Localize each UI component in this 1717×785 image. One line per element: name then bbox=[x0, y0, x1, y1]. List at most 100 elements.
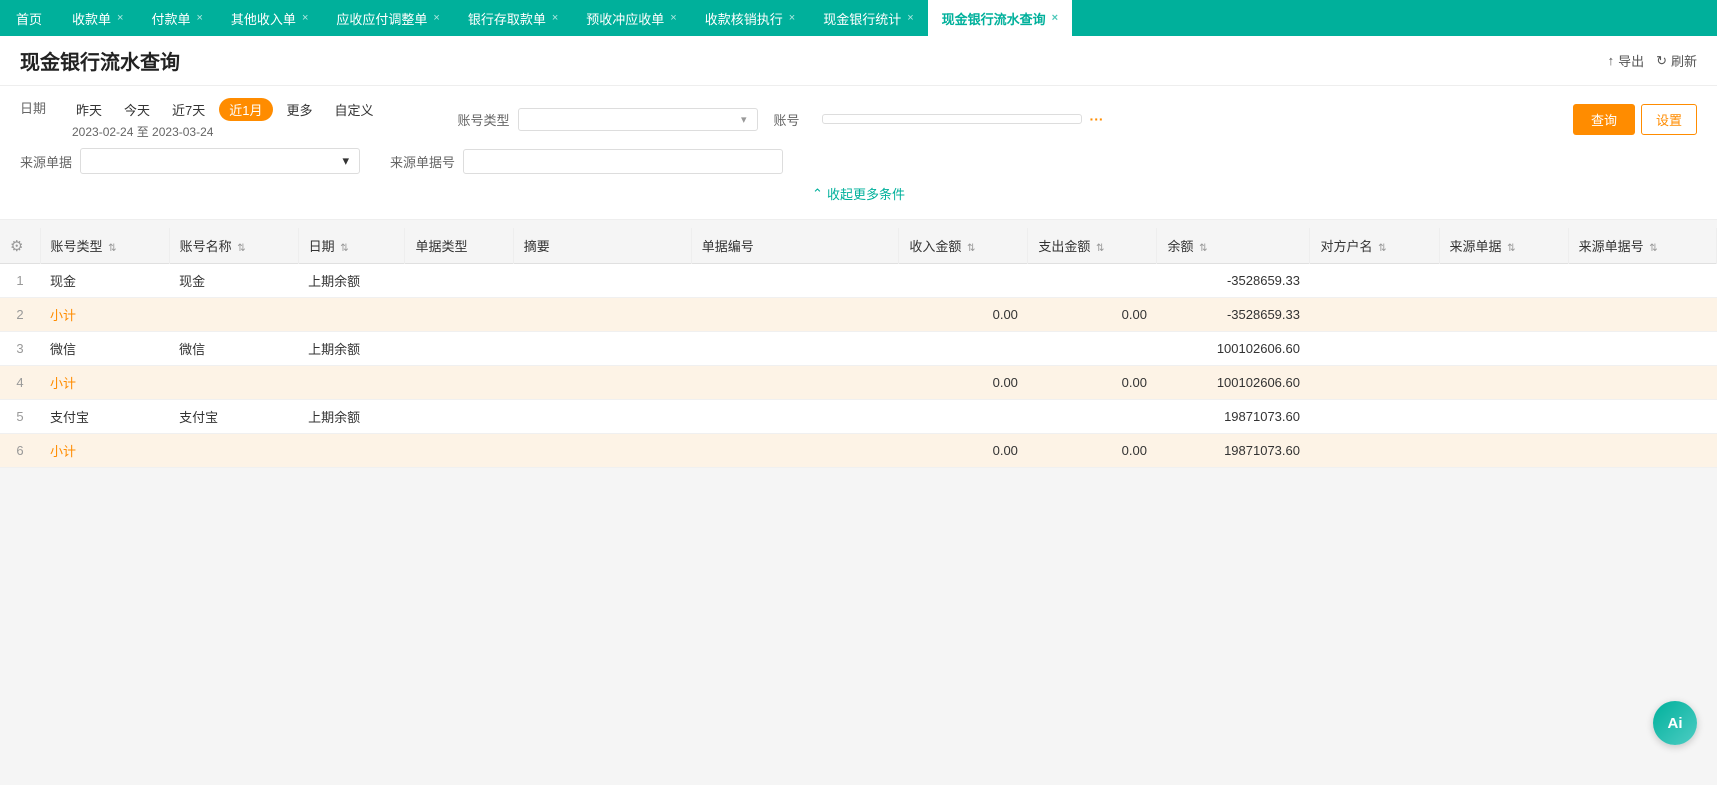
nav-close-7[interactable]: × bbox=[907, 12, 913, 24]
date-opt-7days[interactable]: 近7天 bbox=[164, 98, 213, 121]
nav-close-1[interactable]: × bbox=[196, 12, 202, 24]
cell-counterparty bbox=[1310, 400, 1439, 434]
gear-icon[interactable]: ⚙ bbox=[10, 238, 23, 255]
cell-account-type: 小计 bbox=[40, 366, 169, 400]
nav-item-5[interactable]: 预收冲应收单 × bbox=[572, 0, 690, 36]
nav-item-8[interactable]: 现金银行流水查询 × bbox=[928, 0, 1072, 36]
cell-doc-no bbox=[691, 434, 899, 468]
date-opt-1month[interactable]: 近1月 bbox=[219, 98, 272, 121]
cell-num: 5 bbox=[0, 400, 40, 434]
cell-doc-type bbox=[405, 434, 513, 468]
nav-item-label-5: 预收冲应收单 bbox=[586, 9, 664, 28]
collapse-bar[interactable]: ⌃ 收起更多条件 bbox=[20, 180, 1697, 207]
date-label: 日期 bbox=[20, 98, 60, 117]
col-doc-type: 单据类型 bbox=[405, 228, 513, 264]
nav-close-2[interactable]: × bbox=[302, 12, 308, 24]
nav-item-1[interactable]: 付款单 × bbox=[137, 0, 216, 36]
export-button[interactable]: ↑ 导出 bbox=[1608, 51, 1645, 70]
cell-account-type: 小计 bbox=[40, 298, 169, 332]
date-range-display: 2023-02-24 至 2023-03-24 bbox=[72, 123, 382, 140]
cell-account-name bbox=[169, 366, 298, 400]
nav-item-3[interactable]: 应收应付调整单 × bbox=[322, 0, 453, 36]
filter-area: 日期 昨天 今天 近7天 近1月 更多 自定义 2023-02-24 至 202… bbox=[0, 86, 1717, 220]
settings-button[interactable]: 设置 bbox=[1641, 104, 1697, 135]
col-expense[interactable]: 支出金额 ⇅ bbox=[1028, 228, 1157, 264]
cell-expense: 0.00 bbox=[1028, 434, 1157, 468]
source-doc-select[interactable]: ▾ bbox=[80, 148, 360, 174]
cell-summary bbox=[513, 366, 691, 400]
cell-summary bbox=[513, 298, 691, 332]
nav-item-7[interactable]: 现金银行统计 × bbox=[809, 0, 927, 36]
cell-source-doc bbox=[1439, 298, 1568, 332]
cell-num: 1 bbox=[0, 264, 40, 298]
cell-income bbox=[899, 332, 1028, 366]
cell-account-name: 支付宝 bbox=[169, 400, 298, 434]
cell-source-doc-no bbox=[1568, 366, 1716, 400]
nav-close-5[interactable]: × bbox=[670, 12, 676, 24]
col-source-doc-no[interactable]: 来源单据号 ⇅ bbox=[1568, 228, 1716, 264]
cell-income: 0.00 bbox=[899, 298, 1028, 332]
account-more-button[interactable]: ··· bbox=[1090, 111, 1104, 127]
table-container: ⚙ 账号类型 ⇅ 账号名称 ⇅ 日期 ⇅ 单据类型 摘要 单据编号 收入金额 ⇅… bbox=[0, 228, 1717, 468]
query-button[interactable]: 查询 bbox=[1573, 104, 1635, 135]
nav-item-label-0: 收款单 bbox=[72, 9, 111, 28]
date-opt-custom[interactable]: 自定义 bbox=[327, 98, 382, 121]
cell-source-doc-no bbox=[1568, 298, 1716, 332]
source-doc-item: 来源单据 ▾ bbox=[20, 148, 360, 174]
cell-summary bbox=[513, 332, 691, 366]
col-account-name[interactable]: 账号名称 ⇅ bbox=[169, 228, 298, 264]
account-type-label: 账号类型 bbox=[458, 110, 510, 129]
source-doc-label: 来源单据 bbox=[20, 152, 72, 171]
table-row: 6小计0.000.0019871073.60 bbox=[0, 434, 1717, 468]
table-body: 1现金现金上期余额-3528659.332小计0.000.00-3528659.… bbox=[0, 264, 1717, 468]
col-summary: 摘要 bbox=[513, 228, 691, 264]
nav-home[interactable]: 首页 bbox=[0, 0, 58, 36]
cell-date bbox=[298, 366, 405, 400]
nav-close-8[interactable]: × bbox=[1052, 12, 1058, 24]
account-type-arrow-icon: ▾ bbox=[741, 113, 747, 126]
col-counterparty[interactable]: 对方户名 ⇅ bbox=[1310, 228, 1439, 264]
account-type-select[interactable]: ▾ bbox=[518, 108, 758, 131]
cell-num: 4 bbox=[0, 366, 40, 400]
col-source-doc[interactable]: 来源单据 ⇅ bbox=[1439, 228, 1568, 264]
table-row: 5支付宝支付宝上期余额19871073.60 bbox=[0, 400, 1717, 434]
col-balance[interactable]: 余额 ⇅ bbox=[1157, 228, 1310, 264]
sort-icon-source-doc: ⇅ bbox=[1507, 243, 1515, 254]
page-title: 现金银行流水查询 bbox=[20, 46, 180, 75]
cell-account-name: 微信 bbox=[169, 332, 298, 366]
date-opt-yesterday[interactable]: 昨天 bbox=[68, 98, 110, 121]
cell-summary bbox=[513, 400, 691, 434]
nav-item-6[interactable]: 收款核销执行 × bbox=[691, 0, 809, 36]
date-opt-today[interactable]: 今天 bbox=[116, 98, 158, 121]
col-gear[interactable]: ⚙ bbox=[0, 228, 40, 264]
refresh-button[interactable]: ↻ 刷新 bbox=[1656, 51, 1697, 70]
account-input[interactable] bbox=[822, 114, 1082, 124]
nav-close-0[interactable]: × bbox=[117, 12, 123, 24]
collapse-label: 收起更多条件 bbox=[827, 184, 905, 203]
cell-source-doc-no bbox=[1568, 332, 1716, 366]
sort-icon-counterparty: ⇅ bbox=[1378, 243, 1386, 254]
nav-item-4[interactable]: 银行存取款单 × bbox=[454, 0, 572, 36]
col-account-type[interactable]: 账号类型 ⇅ bbox=[40, 228, 169, 264]
nav-item-0[interactable]: 收款单 × bbox=[58, 0, 137, 36]
cell-doc-no bbox=[691, 264, 899, 298]
date-opt-more[interactable]: 更多 bbox=[279, 98, 321, 121]
nav-close-4[interactable]: × bbox=[552, 12, 558, 24]
col-date[interactable]: 日期 ⇅ bbox=[298, 228, 405, 264]
cell-account-name: 现金 bbox=[169, 264, 298, 298]
nav-close-3[interactable]: × bbox=[433, 12, 439, 24]
col-income[interactable]: 收入金额 ⇅ bbox=[899, 228, 1028, 264]
date-options: 昨天 今天 近7天 近1月 更多 自定义 bbox=[68, 98, 382, 121]
nav-item-label-1: 付款单 bbox=[151, 9, 190, 28]
cell-income: 0.00 bbox=[899, 434, 1028, 468]
cell-source-doc-no bbox=[1568, 400, 1716, 434]
ai-badge[interactable]: Ai bbox=[1653, 701, 1697, 745]
cell-income bbox=[899, 400, 1028, 434]
cell-income: 0.00 bbox=[899, 366, 1028, 400]
cell-counterparty bbox=[1310, 434, 1439, 468]
source-doc-no-input[interactable] bbox=[463, 149, 783, 174]
cell-counterparty bbox=[1310, 264, 1439, 298]
nav-close-6[interactable]: × bbox=[789, 12, 795, 24]
top-nav: 首页 收款单 × 付款单 × 其他收入单 × 应收应付调整单 × 银行存取款单 … bbox=[0, 0, 1717, 36]
nav-item-2[interactable]: 其他收入单 × bbox=[217, 0, 322, 36]
